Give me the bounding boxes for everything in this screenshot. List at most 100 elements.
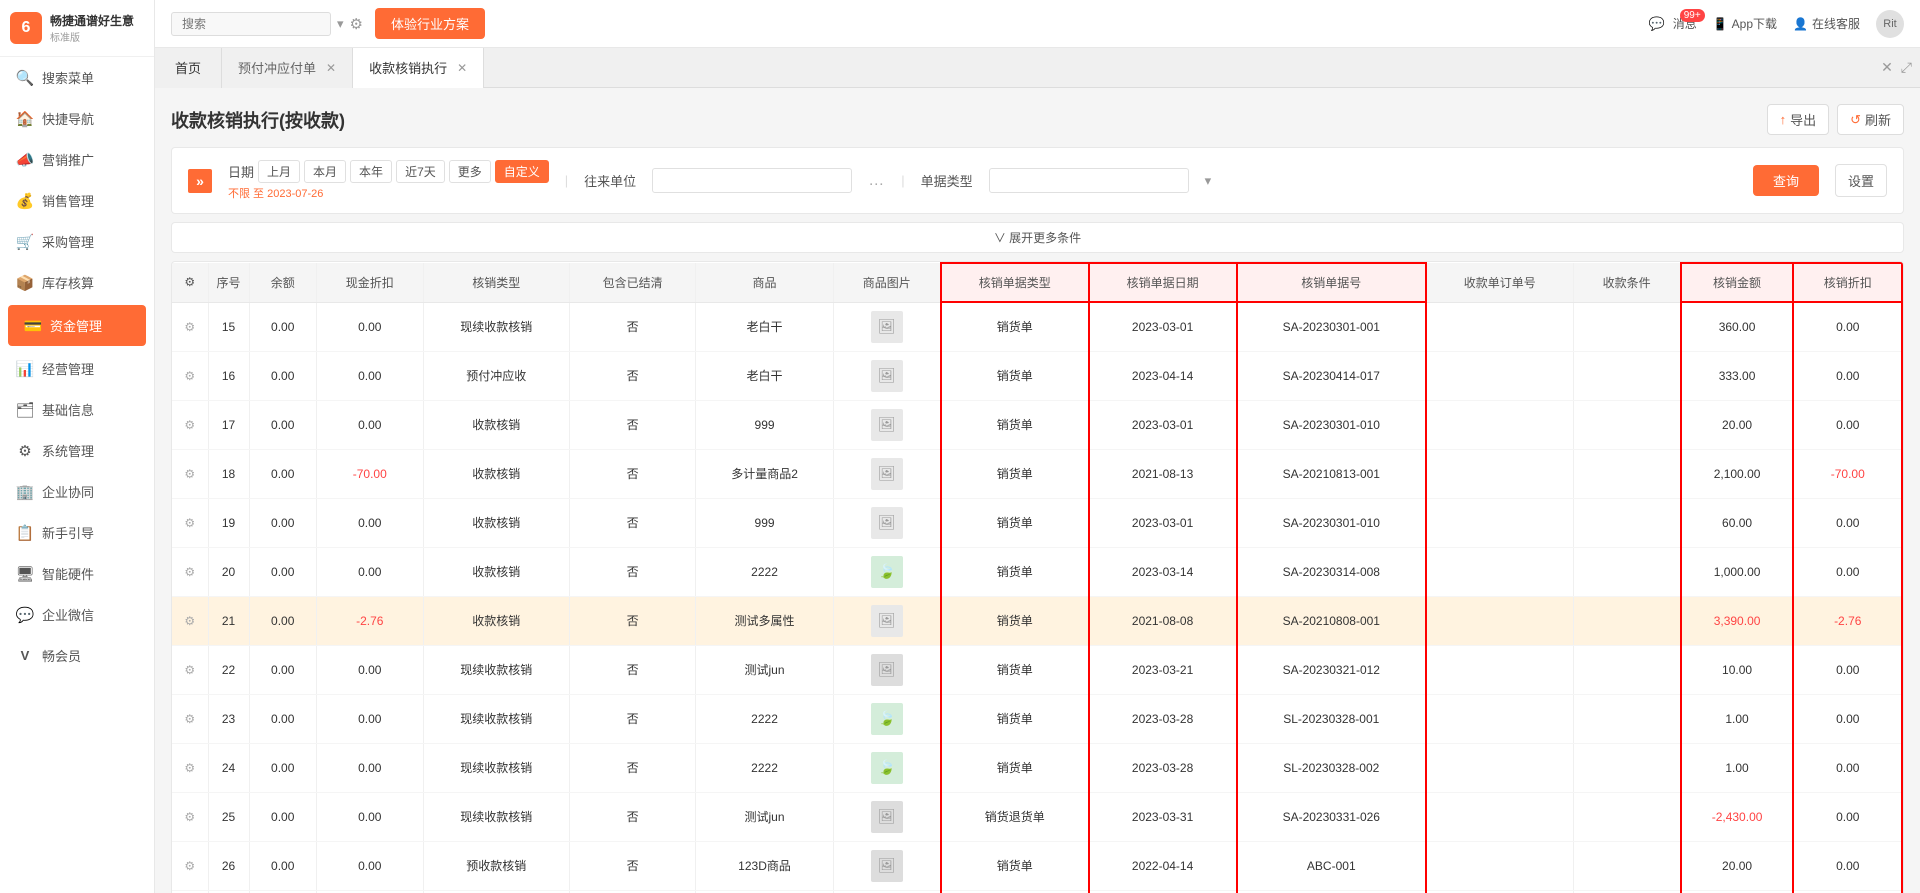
gear-icon[interactable]: ⚙ <box>184 275 195 289</box>
cell-cancel-no[interactable]: SL-20230328-001 <box>1237 694 1427 743</box>
voucher-type-select[interactable] <box>989 168 1189 193</box>
close-window-icon[interactable]: ✕ <box>1881 59 1893 76</box>
export-btn[interactable]: ↑ 导出 <box>1767 104 1830 135</box>
row-gear-icon[interactable]: ⚙ <box>184 565 195 579</box>
user-avatar[interactable]: Rit <box>1876 10 1904 38</box>
date-this-month-btn[interactable]: 本月 <box>304 160 346 183</box>
cell-no: 18 <box>208 449 249 498</box>
expand-window-icon[interactable]: ⤢ <box>1901 59 1912 76</box>
partner-more-icon[interactable]: … <box>868 172 885 190</box>
partner-input[interactable] <box>652 168 852 193</box>
filter-toggle-btn[interactable]: » <box>188 169 212 193</box>
cell-cancel-amount: 1,000.00 <box>1681 547 1794 596</box>
sidebar-item-guide[interactable]: 📋 新手引导 <box>0 512 154 553</box>
cell-receipt-condition <box>1573 449 1681 498</box>
date-7days-btn[interactable]: 近7天 <box>396 160 445 183</box>
sidebar-item-enterprise[interactable]: 🏢 企业协同 <box>0 471 154 512</box>
cell-cancel-no[interactable]: SA-20210808-001 <box>1237 596 1427 645</box>
settings-icon[interactable]: ⚙ <box>350 15 363 33</box>
tab-home[interactable]: 首页 <box>155 48 222 88</box>
row-gear-icon[interactable]: ⚙ <box>184 859 195 873</box>
cell-cancel-no[interactable]: SA-20230414-017 <box>1237 351 1427 400</box>
cell-receipt-condition <box>1573 792 1681 841</box>
row-gear-icon[interactable]: ⚙ <box>184 663 195 677</box>
topbar-search-input[interactable] <box>171 12 331 36</box>
sidebar-item-member[interactable]: V 畅会员 <box>0 635 154 676</box>
cell-cancel-type: 预付冲应收 <box>423 351 569 400</box>
sidebar-nav: 🔍 搜索菜单 🏠 快捷导航 📣 营销推广 💰 销售管理 🛒 采购管理 📦 库存核… <box>0 57 154 893</box>
query-btn[interactable]: 查询 <box>1753 165 1819 196</box>
cell-no: 23 <box>208 694 249 743</box>
cell-no: 24 <box>208 743 249 792</box>
cell-cancel-no[interactable]: SA-20230314-008 <box>1237 547 1427 596</box>
tab-collection[interactable]: 收款核销执行 ✕ <box>353 48 484 88</box>
row-gear-icon[interactable]: ⚙ <box>184 712 195 726</box>
sidebar-item-finance[interactable]: 💳 资金管理 <box>8 305 146 346</box>
cell-cancel-no[interactable]: SL-20230328-002 <box>1237 743 1427 792</box>
wechat-icon: 💬 <box>16 606 34 624</box>
cell-cancel-no[interactable]: SA-20210813-001 <box>1237 449 1427 498</box>
table-scroll-area[interactable]: ⚙ 序号 余额 现金折扣 核销类型 包含已结清 商品 商品图片 核销单据类型 核… <box>172 262 1903 893</box>
main-area: ▾ ⚙ 体验行业方案 💬 99+ 消息 📱 App下载 👤 在线客服 Rit <box>155 0 1920 893</box>
sidebar-item-quick-nav[interactable]: 🏠 快捷导航 <box>0 98 154 139</box>
cell-cancel-no[interactable]: SA-20230301-010 <box>1237 498 1427 547</box>
sidebar-item-inventory[interactable]: 📦 库存核算 <box>0 262 154 303</box>
voucher-type-dropdown-icon[interactable]: ▾ <box>1205 173 1212 189</box>
partner-label: 往来单位 <box>584 171 636 190</box>
date-last-month-btn[interactable]: 上月 <box>258 160 300 183</box>
row-gear-icon[interactable]: ⚙ <box>184 761 195 775</box>
row-gear-icon[interactable]: ⚙ <box>184 369 195 383</box>
logo-text: 畅捷通谱好生意 标准版 <box>50 12 134 44</box>
row-gear-icon[interactable]: ⚙ <box>184 516 195 530</box>
date-custom-btn[interactable]: 自定义 <box>495 160 549 183</box>
tab-prepay-close[interactable]: ✕ <box>326 61 336 75</box>
tab-prepay[interactable]: 预付冲应付单 ✕ <box>222 48 353 88</box>
cell-cancel-discount: 0.00 <box>1793 792 1902 841</box>
sidebar-item-sales[interactable]: 💰 销售管理 <box>0 180 154 221</box>
app-download-btn[interactable]: 📱 App下载 <box>1713 15 1777 32</box>
cell-cancel-no[interactable]: SA-20230301-001 <box>1237 302 1427 351</box>
cell-no: 16 <box>208 351 249 400</box>
tab-collection-close[interactable]: ✕ <box>457 61 467 75</box>
sidebar-item-search-menu[interactable]: 🔍 搜索菜单 <box>0 57 154 98</box>
row-gear-icon[interactable]: ⚙ <box>184 418 195 432</box>
date-more-btn[interactable]: 更多 <box>449 160 491 183</box>
cell-cancel-no[interactable]: SA-20230301-010 <box>1237 400 1427 449</box>
date-this-year-btn[interactable]: 本年 <box>350 160 392 183</box>
cell-cancel-date: 2023-03-28 <box>1089 694 1237 743</box>
row-gear-icon[interactable]: ⚙ <box>184 614 195 628</box>
message-icon: 💬 <box>1649 16 1665 31</box>
expand-more-btn[interactable]: ∨ 展开更多条件 <box>171 222 1904 253</box>
cell-cancel-no[interactable]: SA-20230331-026 <box>1237 792 1427 841</box>
row-gear-icon[interactable]: ⚙ <box>184 320 195 334</box>
sidebar-item-smart-hw[interactable]: 🖥 智能硬件 <box>0 553 154 594</box>
cell-cancel-no[interactable]: ABC-001 <box>1237 841 1427 890</box>
message-btn[interactable]: 💬 99+ 消息 <box>1649 15 1697 32</box>
sidebar-item-basic-info[interactable]: 🗂 基础信息 <box>0 389 154 430</box>
cell-goods-img: 🖼 <box>833 400 941 449</box>
sidebar-item-purchase[interactable]: 🛒 采购管理 <box>0 221 154 262</box>
sidebar-item-marketing[interactable]: 📣 营销推广 <box>0 139 154 180</box>
industry-btn[interactable]: 体验行业方案 <box>375 8 485 39</box>
cell-cancel-date: 2023-03-01 <box>1089 302 1237 351</box>
setting-btn[interactable]: 设置 <box>1835 164 1887 197</box>
row-gear-icon[interactable]: ⚙ <box>184 810 195 824</box>
row-gear-icon[interactable]: ⚙ <box>184 467 195 481</box>
dropdown-icon[interactable]: ▾ <box>337 16 344 32</box>
sidebar-item-operations[interactable]: 📊 经营管理 <box>0 348 154 389</box>
cell-receipt-condition <box>1573 302 1681 351</box>
cell-receipt-condition <box>1573 841 1681 890</box>
cell-cancel-no[interactable]: SA-20230321-012 <box>1237 645 1427 694</box>
cell-goods: 999 <box>696 498 833 547</box>
online-service-btn[interactable]: 👤 在线客服 <box>1793 15 1860 32</box>
sidebar-item-wechat[interactable]: 💬 企业微信 <box>0 594 154 635</box>
page-title: 收款核销执行(按收款) <box>171 107 345 133</box>
cell-gear: ⚙ <box>172 645 208 694</box>
cell-cancel-voucher-type: 销货单 <box>941 302 1089 351</box>
sidebar-item-system[interactable]: ⚙ 系统管理 <box>0 430 154 471</box>
col-header-gear: ⚙ <box>172 263 208 302</box>
col-header-receipt-condition: 收款条件 <box>1573 263 1681 302</box>
cell-cancel-type: 收款核销 <box>423 596 569 645</box>
refresh-btn[interactable]: ↺ 刷新 <box>1837 104 1904 135</box>
cell-balance: 0.00 <box>249 694 316 743</box>
